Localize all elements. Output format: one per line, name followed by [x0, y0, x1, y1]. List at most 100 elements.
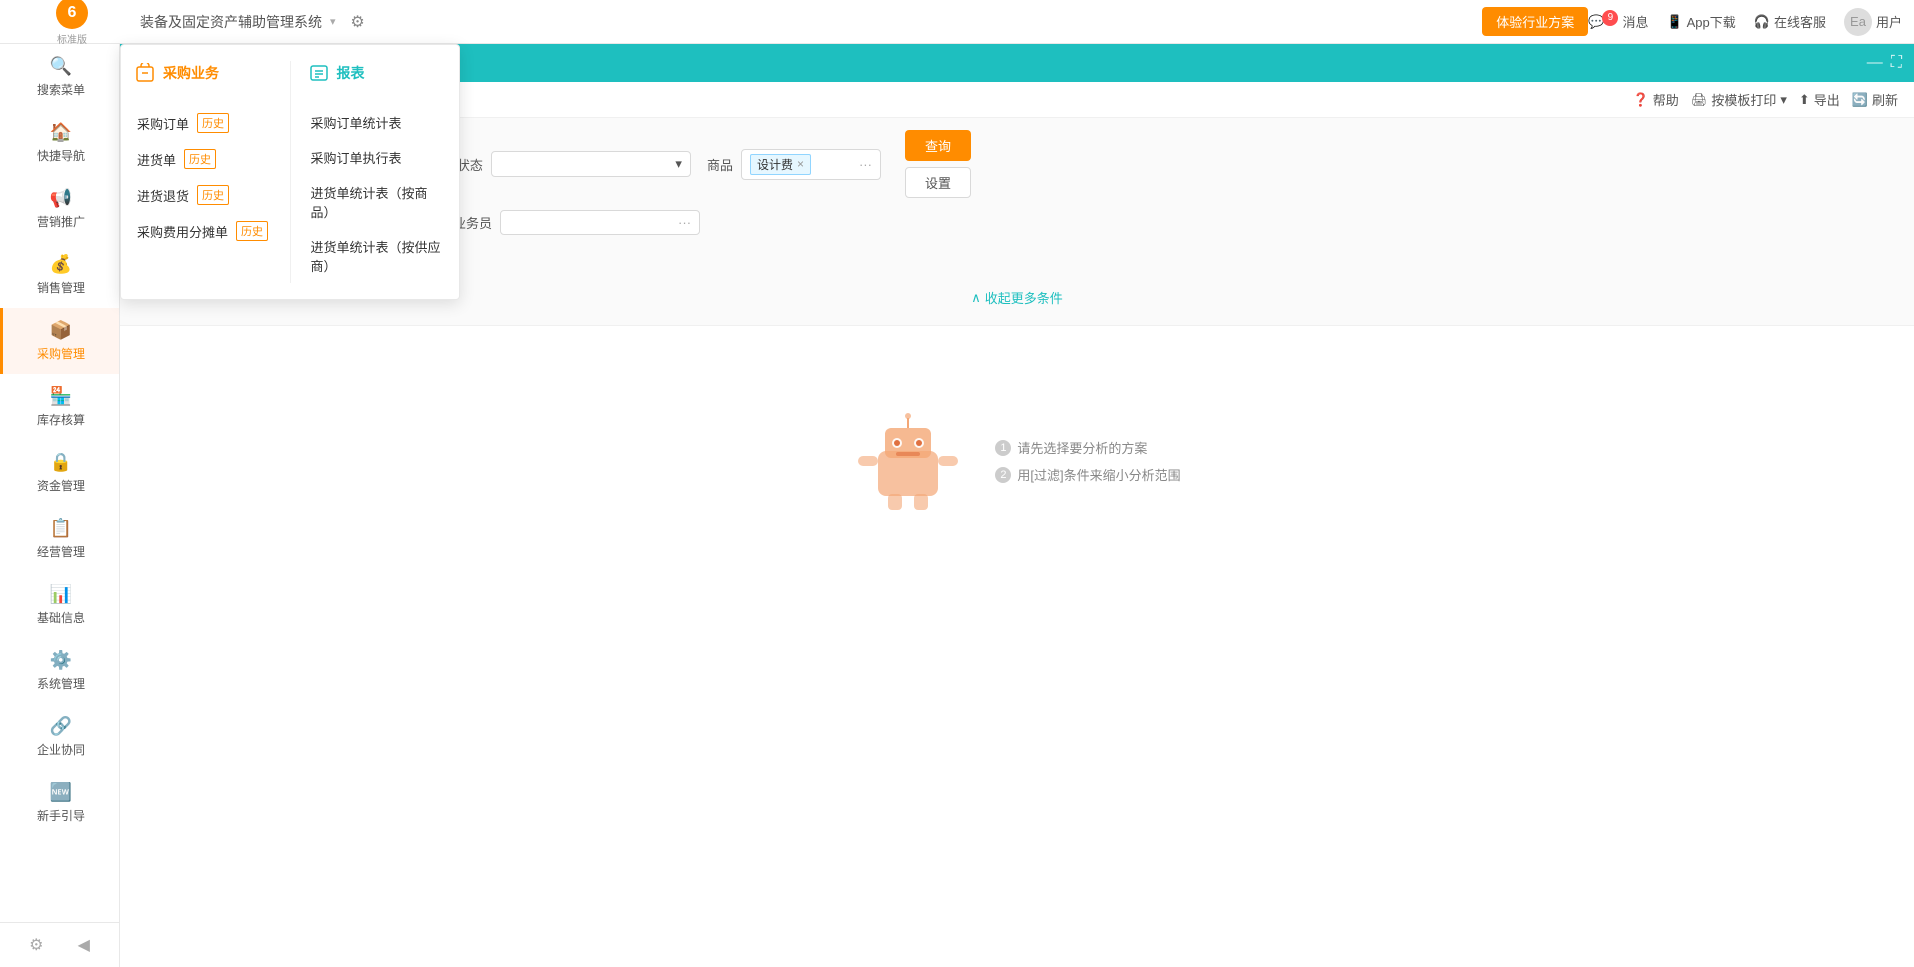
- step-1-number: 1: [995, 440, 1011, 456]
- refresh-button[interactable]: 🔄 刷新: [1852, 90, 1898, 109]
- goods-receipt-label: 进货单: [137, 150, 176, 169]
- settings-bottom-button[interactable]: ⚙: [29, 935, 43, 955]
- goods-tag-close[interactable]: ×: [797, 157, 804, 171]
- sidebar-label-operations: 经营管理: [37, 543, 85, 560]
- purchase-order-label: 采购订单: [137, 114, 189, 133]
- help-label: 帮助: [1653, 90, 1679, 109]
- sidebar-label-search: 搜索菜单: [37, 81, 85, 98]
- goods-select[interactable]: 设计费 × ···: [741, 149, 881, 180]
- history-tag-purchase-expense: 历史: [236, 221, 268, 241]
- logo-area: 6 标准版: [12, 0, 132, 46]
- status-select[interactable]: ▾: [491, 151, 691, 177]
- settings-button[interactable]: 设置: [905, 167, 971, 198]
- goods-receipt-by-product-label: 进货单统计表（按商品）: [311, 183, 444, 221]
- dropdown-purchase-order-stats[interactable]: 采购订单统计表: [307, 105, 448, 140]
- purchase-col-header-icon: [133, 61, 157, 85]
- sidebar-item-guide[interactable]: 🆕 新手引导: [0, 770, 119, 836]
- step-2-number: 2: [995, 467, 1011, 483]
- empty-state: 1 请先选择要分析的方案 2 用[过滤]条件来缩小分析范围: [120, 326, 1914, 596]
- collapse-sidebar-button[interactable]: ◀: [78, 935, 90, 955]
- operations-icon: 📋: [50, 518, 72, 539]
- sidebar-item-basic[interactable]: 📊 基础信息: [0, 572, 119, 638]
- goods-more-dots[interactable]: ···: [859, 157, 872, 172]
- purchase-order-exec-label: 采购订单执行表: [311, 148, 402, 167]
- user-menu-button[interactable]: Ea 用户: [1844, 8, 1902, 36]
- sidebar-item-sales[interactable]: 💰 销售管理: [0, 242, 119, 308]
- system-gear-button[interactable]: ⚙: [344, 8, 372, 36]
- sidebar-item-quick[interactable]: 🏠 快捷导航: [0, 110, 119, 176]
- sidebar-label-purchase: 采购管理: [37, 345, 85, 362]
- purchase-col-title: 采购业务: [163, 63, 219, 83]
- step-2-text: 用[过滤]条件来缩小分析范围: [1017, 465, 1180, 484]
- purchase-col-header: 采购业务: [133, 61, 274, 93]
- filter-status: 单据状态 ▾: [431, 151, 691, 177]
- trial-button[interactable]: 体验行业方案: [1482, 7, 1588, 36]
- message-button[interactable]: 💬 9 消息: [1588, 12, 1648, 31]
- sidebar-item-inventory[interactable]: 🏪 库存核算: [0, 374, 119, 440]
- empty-illustration: [853, 406, 963, 516]
- sidebar-item-enterprise[interactable]: 🔗 企业协同: [0, 704, 119, 770]
- dropdown-goods-return[interactable]: 进货退货 历史: [133, 177, 274, 213]
- basic-icon: 📊: [50, 584, 72, 605]
- online-service-button[interactable]: 🎧 在线客服: [1754, 12, 1826, 31]
- logo-text: 标准版: [57, 31, 87, 46]
- header-right: 💬 9 消息 📱 App下载 🎧 在线客服 Ea 用户: [1588, 8, 1902, 36]
- sidebar-item-purchase[interactable]: 📦 采购管理: [0, 308, 119, 374]
- filter-actions: 查询 设置: [905, 130, 971, 198]
- sidebar-item-system[interactable]: ⚙️ 系统管理: [0, 638, 119, 704]
- status-arrow: ▾: [675, 156, 682, 172]
- dropdown-purchase-order[interactable]: 采购订单 历史: [133, 105, 274, 141]
- goods-tag: 设计费 ×: [750, 154, 811, 175]
- filter-salesperson: 业务员 ···: [453, 210, 700, 235]
- sidebar-item-search[interactable]: 🔍 搜索菜单: [0, 44, 119, 110]
- sidebar-item-marketing[interactable]: 📢 营销推广: [0, 176, 119, 242]
- tab-bar-actions: — ⛶: [1867, 54, 1914, 72]
- enterprise-icon: 🔗: [50, 716, 72, 737]
- sidebar-bottom: ⚙ ◀: [0, 922, 119, 967]
- sidebar-label-guide: 新手引导: [37, 807, 85, 824]
- system-title-text: 装备及固定资产辅助管理系统: [140, 12, 322, 32]
- sidebar-label-system: 系统管理: [37, 675, 85, 692]
- dropdown-goods-receipt-by-product[interactable]: 进货单统计表（按商品）: [307, 175, 448, 229]
- query-button[interactable]: 查询: [905, 130, 971, 161]
- print-dropdown-arrow[interactable]: ▾: [1780, 92, 1787, 108]
- dropdown-goods-receipt[interactable]: 进货单 历史: [133, 141, 274, 177]
- system-dropdown-arrow[interactable]: ▾: [330, 15, 336, 28]
- phone-icon: 📱: [1666, 14, 1682, 30]
- export-button[interactable]: ⬆ 导出: [1799, 90, 1840, 109]
- dropdown-goods-receipt-by-supplier[interactable]: 进货单统计表（按供应商）: [307, 229, 448, 283]
- purchase-order-stats-label: 采购订单统计表: [311, 113, 402, 132]
- sidebar-label-sales: 销售管理: [37, 279, 85, 296]
- finance-icon: 🔒: [50, 452, 72, 473]
- help-button[interactable]: ❓ 帮助: [1633, 90, 1679, 109]
- headset-icon: 🎧: [1754, 14, 1770, 30]
- print-icon: 🖨: [1691, 92, 1708, 108]
- tab-minimize-button[interactable]: —: [1867, 54, 1883, 72]
- dropdown-purchase-order-exec[interactable]: 采购订单执行表: [307, 140, 448, 175]
- empty-step-2: 2 用[过滤]条件来缩小分析范围: [995, 465, 1180, 484]
- sidebar-item-operations[interactable]: 📋 经营管理: [0, 506, 119, 572]
- salesperson-select[interactable]: ···: [500, 210, 700, 235]
- avatar: Ea: [1844, 8, 1872, 36]
- goods-tag-label: 设计费: [757, 156, 793, 173]
- dropdown-purchase-expense[interactable]: 采购费用分摊单 历史: [133, 213, 274, 249]
- goods-receipt-by-supplier-label: 进货单统计表（按供应商）: [311, 237, 444, 275]
- history-tag-goods-receipt: 历史: [184, 149, 216, 169]
- app-download-button[interactable]: 📱 App下载: [1666, 12, 1735, 31]
- marketing-icon: 📢: [50, 188, 72, 209]
- guide-icon: 🆕: [50, 782, 72, 803]
- goods-label: 商品: [707, 155, 733, 174]
- step-1-text: 请先选择要分析的方案: [1017, 438, 1147, 457]
- empty-step-1: 1 请先选择要分析的方案: [995, 438, 1180, 457]
- sidebar-item-finance[interactable]: 🔒 资金管理: [0, 440, 119, 506]
- reports-col: 报表 采购订单统计表 采购订单执行表 进货单统计表（按商品） 进货单统计表（按供…: [295, 61, 460, 283]
- reports-col-title: 报表: [337, 63, 365, 83]
- goods-return-label: 进货退货: [137, 186, 189, 205]
- tab-maximize-button[interactable]: ⛶: [1891, 54, 1902, 72]
- sidebar-label-enterprise: 企业协同: [37, 741, 85, 758]
- inventory-icon: 🏪: [50, 386, 72, 407]
- print-button[interactable]: 🖨 按模板打印 ▾: [1691, 90, 1787, 109]
- salesperson-dots[interactable]: ···: [678, 215, 691, 230]
- message-label: 消息: [1622, 12, 1648, 31]
- avatar-initials: Ea: [1850, 14, 1866, 29]
